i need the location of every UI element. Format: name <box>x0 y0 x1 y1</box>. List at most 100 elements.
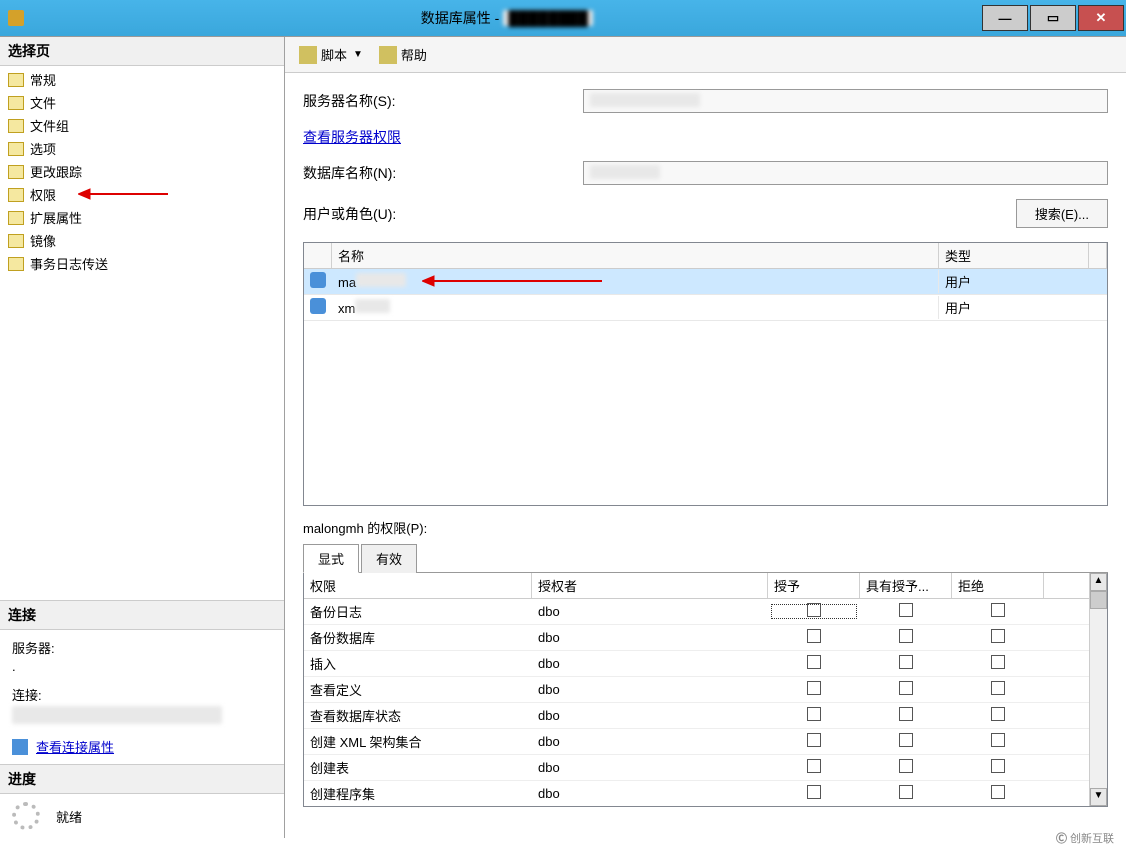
deny-checkbox-cell[interactable] <box>952 679 1044 700</box>
perm-grantor: dbo <box>532 732 768 751</box>
grant-checkbox-cell[interactable] <box>768 679 860 700</box>
scroll-track[interactable] <box>1090 609 1107 788</box>
window-buttons: — ▭ ✕ <box>982 5 1126 31</box>
deny-checkbox-cell[interactable] <box>952 601 1044 622</box>
checkbox-icon[interactable] <box>899 629 913 643</box>
withgrant-checkbox-cell[interactable] <box>860 627 952 648</box>
checkbox-icon[interactable] <box>991 733 1005 747</box>
script-button[interactable]: 脚本 ▼ <box>293 43 369 66</box>
checkbox-icon[interactable] <box>807 707 821 721</box>
deny-checkbox-cell[interactable] <box>952 653 1044 674</box>
page-item-permissions[interactable]: 权限 <box>0 183 284 206</box>
withgrant-checkbox-cell[interactable] <box>860 757 952 778</box>
deny-checkbox-cell[interactable] <box>952 731 1044 752</box>
maximize-button[interactable]: ▭ <box>1030 5 1076 31</box>
help-button[interactable]: 帮助 <box>373 43 433 66</box>
page-item-changetracking[interactable]: 更改跟踪 <box>0 160 284 183</box>
connection-props-icon <box>12 739 28 755</box>
withgrant-checkbox-cell[interactable] <box>860 705 952 726</box>
view-server-perms-link[interactable]: 查看服务器权限 <box>303 127 401 147</box>
col-type[interactable]: 类型 <box>939 243 1089 268</box>
checkbox-icon[interactable] <box>899 603 913 617</box>
grant-checkbox-cell[interactable] <box>768 627 860 648</box>
view-connection-props-link[interactable]: 查看连接属性 <box>36 737 114 756</box>
server-label: 服务器: <box>12 638 272 657</box>
perm-name: 创建程序集 <box>304 782 532 805</box>
grant-checkbox-cell[interactable] <box>768 731 860 752</box>
checkbox-icon[interactable] <box>991 707 1005 721</box>
close-button[interactable]: ✕ <box>1078 5 1124 31</box>
col-icon[interactable] <box>304 243 332 268</box>
checkbox-icon[interactable] <box>991 759 1005 773</box>
perm-row[interactable]: 创建表dbo <box>304 755 1089 781</box>
perm-row[interactable]: 插入dbo <box>304 651 1089 677</box>
user-row[interactable]: xm 用户 <box>304 295 1107 321</box>
tab-effective[interactable]: 有效 <box>361 544 417 573</box>
deny-checkbox-cell[interactable] <box>952 757 1044 778</box>
scroll-down-button[interactable]: ▼ <box>1090 788 1107 806</box>
checkbox-icon[interactable] <box>807 733 821 747</box>
checkbox-icon[interactable] <box>807 655 821 669</box>
col-name[interactable]: 名称 <box>332 243 939 268</box>
search-button[interactable]: 搜索(E)... <box>1016 199 1108 228</box>
checkbox-icon[interactable] <box>899 681 913 695</box>
checkbox-icon[interactable] <box>807 603 821 617</box>
grant-checkbox-cell[interactable] <box>768 653 860 674</box>
checkbox-icon[interactable] <box>807 759 821 773</box>
col-grant[interactable]: 授予 <box>768 573 860 598</box>
perm-row[interactable]: 创建程序集dbo <box>304 781 1089 806</box>
scroll-up-button[interactable]: ▲ <box>1090 573 1107 591</box>
checkbox-icon[interactable] <box>807 629 821 643</box>
vertical-scrollbar[interactable]: ▲ ▼ <box>1089 573 1107 806</box>
checkbox-icon[interactable] <box>991 655 1005 669</box>
page-item-logship[interactable]: 事务日志传送 <box>0 252 284 275</box>
checkbox-icon[interactable] <box>991 785 1005 799</box>
server-name-field[interactable] <box>583 89 1108 113</box>
checkbox-icon[interactable] <box>899 759 913 773</box>
perm-row[interactable]: 创建 XML 架构集合dbo <box>304 729 1089 755</box>
page-item-extendedprops[interactable]: 扩展属性 <box>0 206 284 229</box>
checkbox-icon[interactable] <box>807 681 821 695</box>
withgrant-checkbox-cell[interactable] <box>860 679 952 700</box>
page-icon <box>8 234 24 248</box>
page-item-mirroring[interactable]: 镜像 <box>0 229 284 252</box>
page-item-options[interactable]: 选项 <box>0 137 284 160</box>
withgrant-checkbox-cell[interactable] <box>860 601 952 622</box>
checkbox-icon[interactable] <box>899 733 913 747</box>
page-icon <box>8 188 24 202</box>
deny-checkbox-cell[interactable] <box>952 783 1044 804</box>
withgrant-checkbox-cell[interactable] <box>860 783 952 804</box>
grant-checkbox-cell[interactable] <box>768 783 860 804</box>
checkbox-icon[interactable] <box>899 707 913 721</box>
checkbox-icon[interactable] <box>991 681 1005 695</box>
perm-row[interactable]: 备份日志dbo <box>304 599 1089 625</box>
tab-explicit[interactable]: 显式 <box>303 544 359 573</box>
page-item-filegroups[interactable]: 文件组 <box>0 114 284 137</box>
checkbox-icon[interactable] <box>991 603 1005 617</box>
col-deny[interactable]: 拒绝 <box>952 573 1044 598</box>
checkbox-icon[interactable] <box>807 785 821 799</box>
checkbox-icon[interactable] <box>991 629 1005 643</box>
page-item-general[interactable]: 常规 <box>0 68 284 91</box>
page-item-files[interactable]: 文件 <box>0 91 284 114</box>
col-permission[interactable]: 权限 <box>304 573 532 598</box>
scroll-thumb[interactable] <box>1090 591 1107 609</box>
col-withgrant[interactable]: 具有授予... <box>860 573 952 598</box>
perm-row[interactable]: 备份数据库dbo <box>304 625 1089 651</box>
perm-name: 备份数据库 <box>304 626 532 649</box>
db-name-field[interactable] <box>583 161 1108 185</box>
grant-checkbox-cell[interactable] <box>768 601 860 622</box>
grant-checkbox-cell[interactable] <box>768 757 860 778</box>
grant-checkbox-cell[interactable] <box>768 705 860 726</box>
perm-row[interactable]: 查看数据库状态dbo <box>304 703 1089 729</box>
withgrant-checkbox-cell[interactable] <box>860 653 952 674</box>
user-row[interactable]: ma 用户 <box>304 269 1107 295</box>
deny-checkbox-cell[interactable] <box>952 627 1044 648</box>
minimize-button[interactable]: — <box>982 5 1028 31</box>
checkbox-icon[interactable] <box>899 785 913 799</box>
checkbox-icon[interactable] <box>899 655 913 669</box>
deny-checkbox-cell[interactable] <box>952 705 1044 726</box>
col-grantor[interactable]: 授权者 <box>532 573 768 598</box>
perm-row[interactable]: 查看定义dbo <box>304 677 1089 703</box>
withgrant-checkbox-cell[interactable] <box>860 731 952 752</box>
